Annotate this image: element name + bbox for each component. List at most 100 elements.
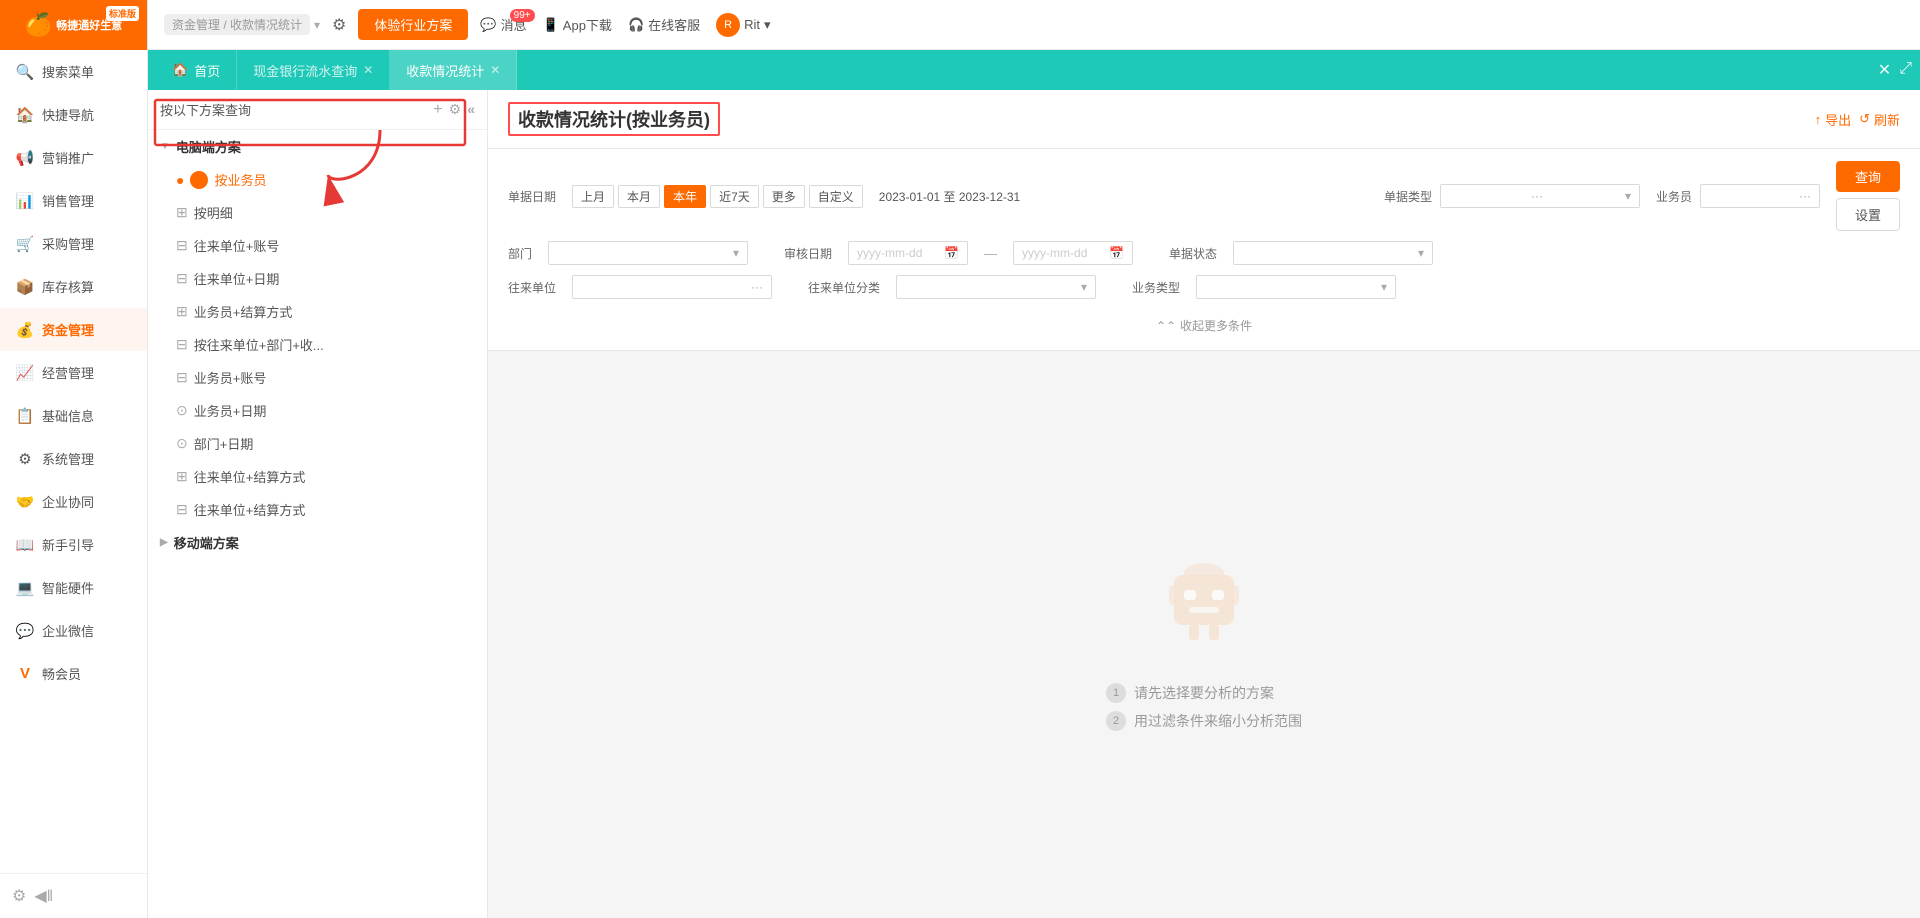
date-btn-this-year[interactable]: 本年 [664, 185, 706, 208]
tab-collection-label: 收款情况统计 [406, 61, 484, 80]
doc-type-more[interactable]: ··· [1531, 189, 1543, 203]
scheme-item-by-partner-dept[interactable]: ⊟ 按往来单位+部门+收... [148, 328, 487, 361]
scheme-item-salesperson-date[interactable]: ⊙ 业务员+日期 [148, 394, 487, 427]
tree-arrow-desktop[interactable]: ▼ [160, 141, 170, 152]
collapse-panel-btn[interactable]: « [467, 101, 475, 119]
sidebar-item-guide[interactable]: 📖 新手引导 [0, 523, 147, 566]
tab-bank-close[interactable]: ✕ [363, 63, 373, 77]
sidebar-item-quick-nav[interactable]: 🏠 快捷导航 [0, 93, 147, 136]
guide-icon: 📖 [16, 536, 34, 554]
scheme-item-partner-settlement2[interactable]: ⊟ 往来单位+结算方式 [148, 493, 487, 526]
sidebar-item-smart-hw[interactable]: 💻 智能硬件 [0, 566, 147, 609]
sidebar-item-label: 资金管理 [42, 320, 94, 339]
collapse-filter-btn[interactable]: ⌃⌃ 收起更多条件 [508, 309, 1900, 338]
query-button[interactable]: 查询 [1836, 161, 1900, 192]
review-date-from-input[interactable]: yyyy-mm-dd 📅 [848, 241, 968, 265]
scheme-item-dept-date[interactable]: ⊙ 部门+日期 [148, 427, 487, 460]
app-download-button[interactable]: 📱 App下载 [543, 15, 612, 34]
dept-select[interactable]: ▾ [548, 241, 748, 265]
user-menu[interactable]: R Rit ▾ [716, 13, 770, 37]
sidebar-nav: 🔍 搜索菜单 🏠 快捷导航 📢 营销推广 📊 销售管理 🛒 采购管理 📦 库存核… [0, 50, 147, 873]
calendar-from-icon[interactable]: 📅 [944, 246, 959, 260]
messages-badge: 99+ [510, 9, 535, 22]
scheme-item-salesperson-account[interactable]: ⊟ 业务员+账号 [148, 361, 487, 394]
settings-button[interactable]: 设置 [1836, 198, 1900, 231]
date-btn-more[interactable]: 更多 [763, 185, 805, 208]
partner-dept-label: 按往来单位+部门+收... [194, 335, 324, 354]
review-date-to-input[interactable]: yyyy-mm-dd 📅 [1013, 241, 1133, 265]
tab-collection[interactable]: 收款情况统计 ✕ [390, 50, 517, 90]
sidebar-collapse-btn[interactable]: ◀‖ [34, 886, 53, 906]
sidebar-item-sales[interactable]: 📊 销售管理 [0, 179, 147, 222]
scheme-item-partner-settlement1[interactable]: ⊞ 往来单位+结算方式 [148, 460, 487, 493]
partner-cat-chevron: ▾ [1081, 280, 1087, 294]
scheme-item-partner-date[interactable]: ⊟ 往来单位+日期 [148, 262, 487, 295]
maximize-window-icon[interactable]: ⤢ [1899, 60, 1912, 80]
sidebar-item-system[interactable]: ⚙ 系统管理 [0, 437, 147, 480]
topbar-settings-icon[interactable]: ⚙ [332, 15, 346, 35]
scheme-item-salesperson-settlement[interactable]: ⊞ 业务员+结算方式 [148, 295, 487, 328]
by-salesperson-icon: ● [176, 172, 184, 188]
sidebar-item-member[interactable]: V 畅会员 [0, 652, 147, 695]
partner-select[interactable]: ··· [572, 275, 772, 299]
review-from-placeholder: yyyy-mm-dd [857, 246, 922, 260]
sidebar-item-search-menu[interactable]: 🔍 搜索菜单 [0, 50, 147, 93]
sidebar-settings-btn[interactable]: ⚙ [12, 886, 26, 906]
sidebar-item-inventory[interactable]: 📦 库存核算 [0, 265, 147, 308]
salesperson-more[interactable]: ··· [1799, 189, 1811, 203]
partner-date-label: 往来单位+日期 [194, 269, 280, 288]
scheme-item-partner-account[interactable]: ⊟ 往来单位+账号 [148, 229, 487, 262]
breadcrumb-chevron[interactable]: ▾ [314, 18, 320, 32]
sidebar-item-label: 库存核算 [42, 277, 94, 296]
scheme-item-by-detail[interactable]: ⊞ 按明细 [148, 196, 487, 229]
app-logo: 🍊 畅捷通好生意 标准版 [0, 0, 147, 50]
partner-cat-select[interactable]: ▾ [896, 275, 1096, 299]
salesperson-select[interactable]: ··· [1700, 184, 1820, 208]
sidebar-item-operations[interactable]: 📈 经营管理 [0, 351, 147, 394]
doc-status-label: 单据状态 [1169, 245, 1217, 262]
sidebar-item-wechat[interactable]: 💬 企业微信 [0, 609, 147, 652]
messages-button[interactable]: 💬 消息 99+ [480, 15, 526, 34]
date-btn-last-month[interactable]: 上月 [572, 185, 614, 208]
topbar-icons: 💬 消息 99+ 📱 App下载 🎧 在线客服 R Rit ▾ [480, 13, 770, 37]
date-btn-7days[interactable]: 近7天 [710, 185, 759, 208]
refresh-button[interactable]: ↺ 刷新 [1859, 110, 1900, 129]
by-salesperson-badge [190, 171, 208, 189]
doc-type-select[interactable]: ··· ▾ [1440, 184, 1640, 208]
trial-button[interactable]: 体验行业方案 [358, 9, 468, 40]
scheme-settings-icon[interactable]: ⚙ [449, 101, 462, 119]
date-btn-custom[interactable]: 自定义 [809, 185, 863, 208]
partner-dept-icon: ⊟ [176, 336, 188, 353]
tree-arrow-mobile[interactable]: ▶ [160, 537, 168, 548]
mobile-scheme-label: 移动端方案 [174, 533, 239, 552]
sidebar-item-enterprise[interactable]: 🤝 企业协同 [0, 480, 147, 523]
tab-collection-close[interactable]: ✕ [490, 63, 500, 77]
biz-type-select[interactable]: ▾ [1196, 275, 1396, 299]
page-header: 收款情况统计(按业务员) ↑ 导出 ↺ 刷新 [488, 90, 1920, 149]
doc-status-select[interactable]: ▾ [1233, 241, 1433, 265]
mobile-scheme-header: ▶ 移动端方案 [148, 526, 487, 559]
sidebar-item-marketing[interactable]: 📢 营销推广 [0, 136, 147, 179]
online-service-button[interactable]: 🎧 在线客服 [628, 15, 700, 34]
sidebar-item-label: 快捷导航 [42, 105, 94, 124]
by-salesperson-label: 按业务员 [214, 170, 266, 189]
filter-row-date: 单据日期 上月 本月 本年 近7天 更多 自定义 2023-01-01 至 20… [508, 161, 1900, 231]
step-1-num: 1 [1106, 683, 1126, 703]
close-window-icon[interactable]: ✕ [1878, 60, 1891, 80]
sidebar-item-finance[interactable]: 💰 资金管理 [0, 308, 147, 351]
scheme-item-by-salesperson[interactable]: ● 按业务员 [148, 163, 487, 196]
operations-icon: 📈 [16, 364, 34, 382]
partner-more-btn[interactable]: ··· [751, 280, 763, 294]
tab-home[interactable]: 🏠 首页 [156, 50, 237, 90]
sidebar-item-purchase[interactable]: 🛒 采购管理 [0, 222, 147, 265]
date-btn-this-month[interactable]: 本月 [618, 185, 660, 208]
calendar-to-icon[interactable]: 📅 [1109, 246, 1124, 260]
filter-row-dept: 部门 ▾ 审核日期 yyyy-mm-dd 📅 — yyyy-mm-dd 📅 [508, 241, 1900, 265]
tab-bank[interactable]: 现金银行流水查询 ✕ [237, 50, 390, 90]
inventory-icon: 📦 [16, 278, 34, 296]
biz-type-chevron: ▾ [1381, 280, 1387, 294]
scheme-panel-header: 按以下方案查询 + ⚙ « [148, 90, 487, 130]
export-button[interactable]: ↑ 导出 [1815, 110, 1852, 129]
add-scheme-btn[interactable]: + [433, 101, 442, 119]
sidebar-item-basic-info[interactable]: 📋 基础信息 [0, 394, 147, 437]
